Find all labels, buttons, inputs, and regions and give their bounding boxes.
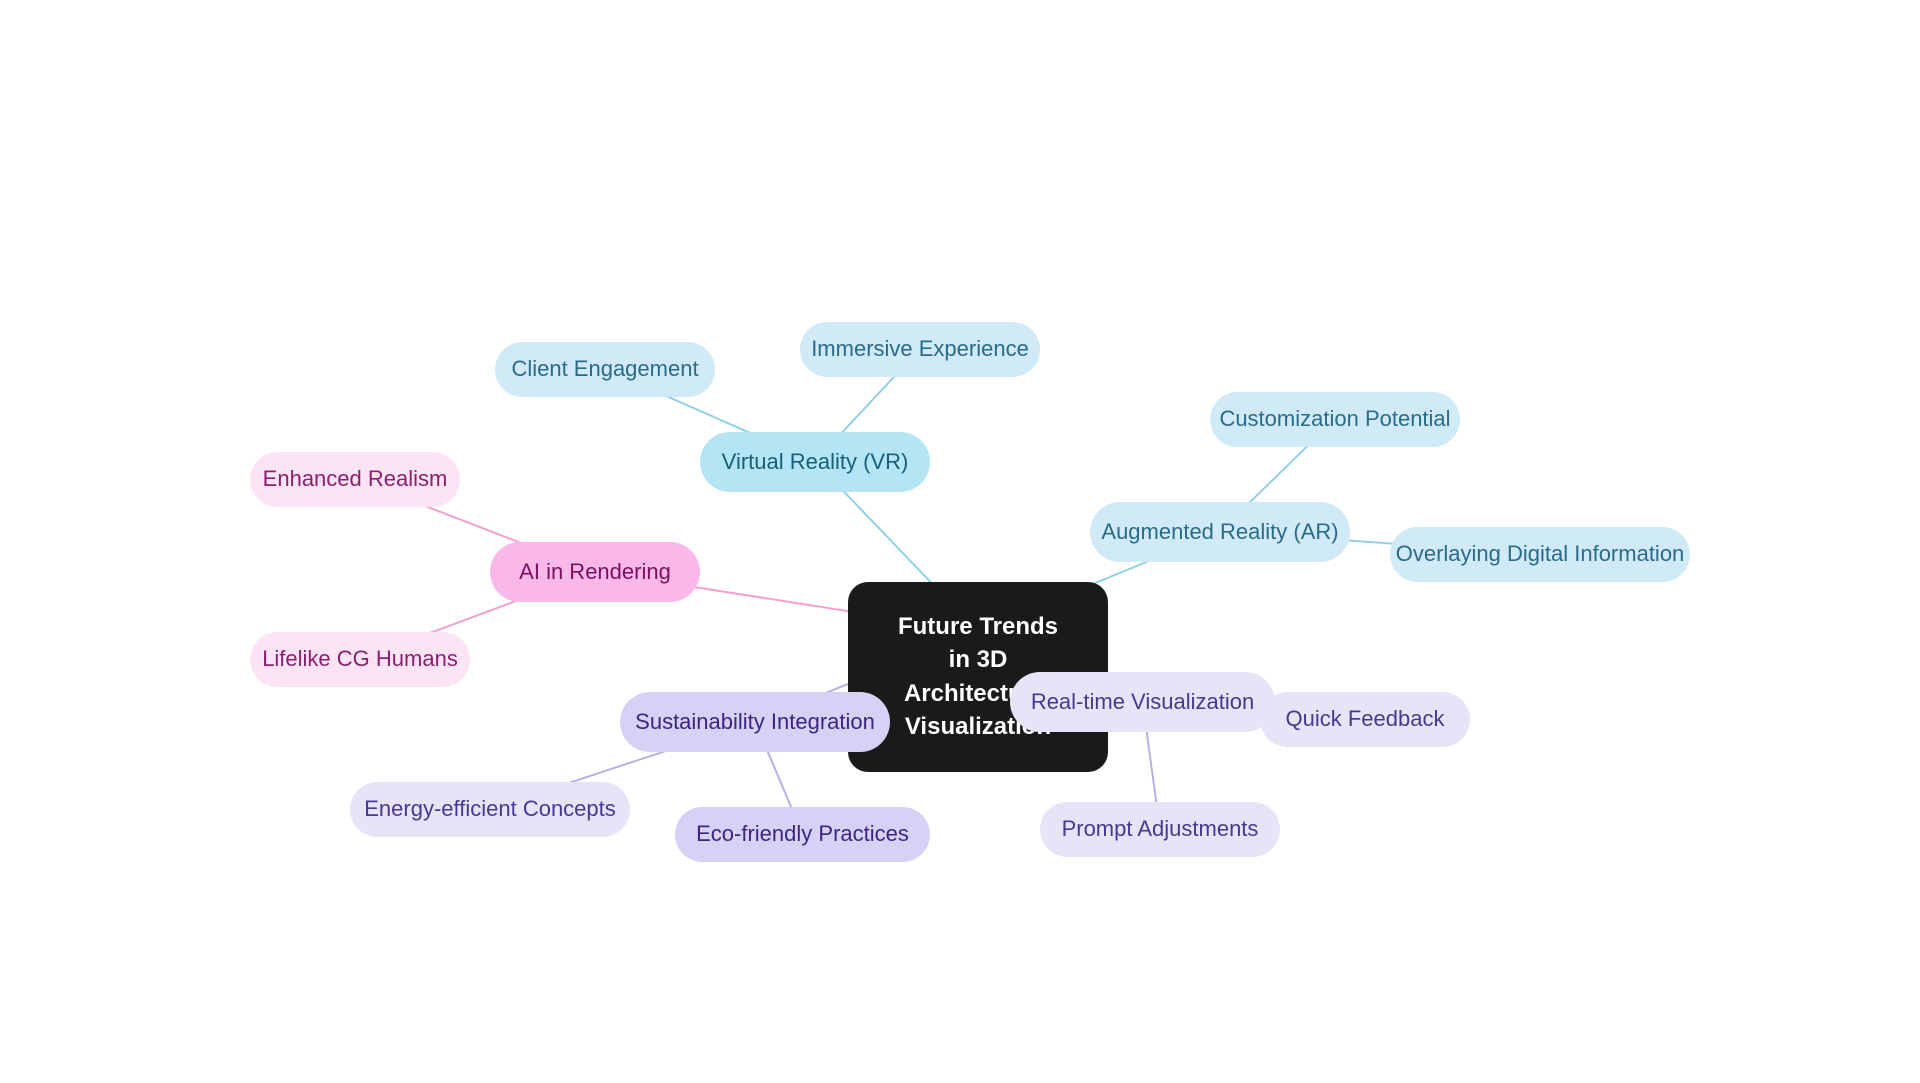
node-energy: Energy-efficient Concepts xyxy=(350,782,630,837)
node-prompt: Prompt Adjustments xyxy=(1040,802,1280,857)
node-sustainability: Sustainability Integration xyxy=(620,692,890,752)
node-client_engagement: Client Engagement xyxy=(495,342,715,397)
mindmap-container: Future Trends in 3D Architectural Visual… xyxy=(0,0,1920,1083)
node-overlaying: Overlaying Digital Information xyxy=(1390,527,1690,582)
node-quick_feedback: Quick Feedback xyxy=(1260,692,1470,747)
node-realtime: Real-time Visualization xyxy=(1010,672,1275,732)
node-ai_rendering: AI in Rendering xyxy=(490,542,700,602)
node-eco: Eco-friendly Practices xyxy=(675,807,930,862)
node-enhanced_realism: Enhanced Realism xyxy=(250,452,460,507)
node-immersive: Immersive Experience xyxy=(800,322,1040,377)
node-vr: Virtual Reality (VR) xyxy=(700,432,930,492)
node-customization: Customization Potential xyxy=(1210,392,1460,447)
node-ar: Augmented Reality (AR) xyxy=(1090,502,1350,562)
node-lifelike: Lifelike CG Humans xyxy=(250,632,470,687)
